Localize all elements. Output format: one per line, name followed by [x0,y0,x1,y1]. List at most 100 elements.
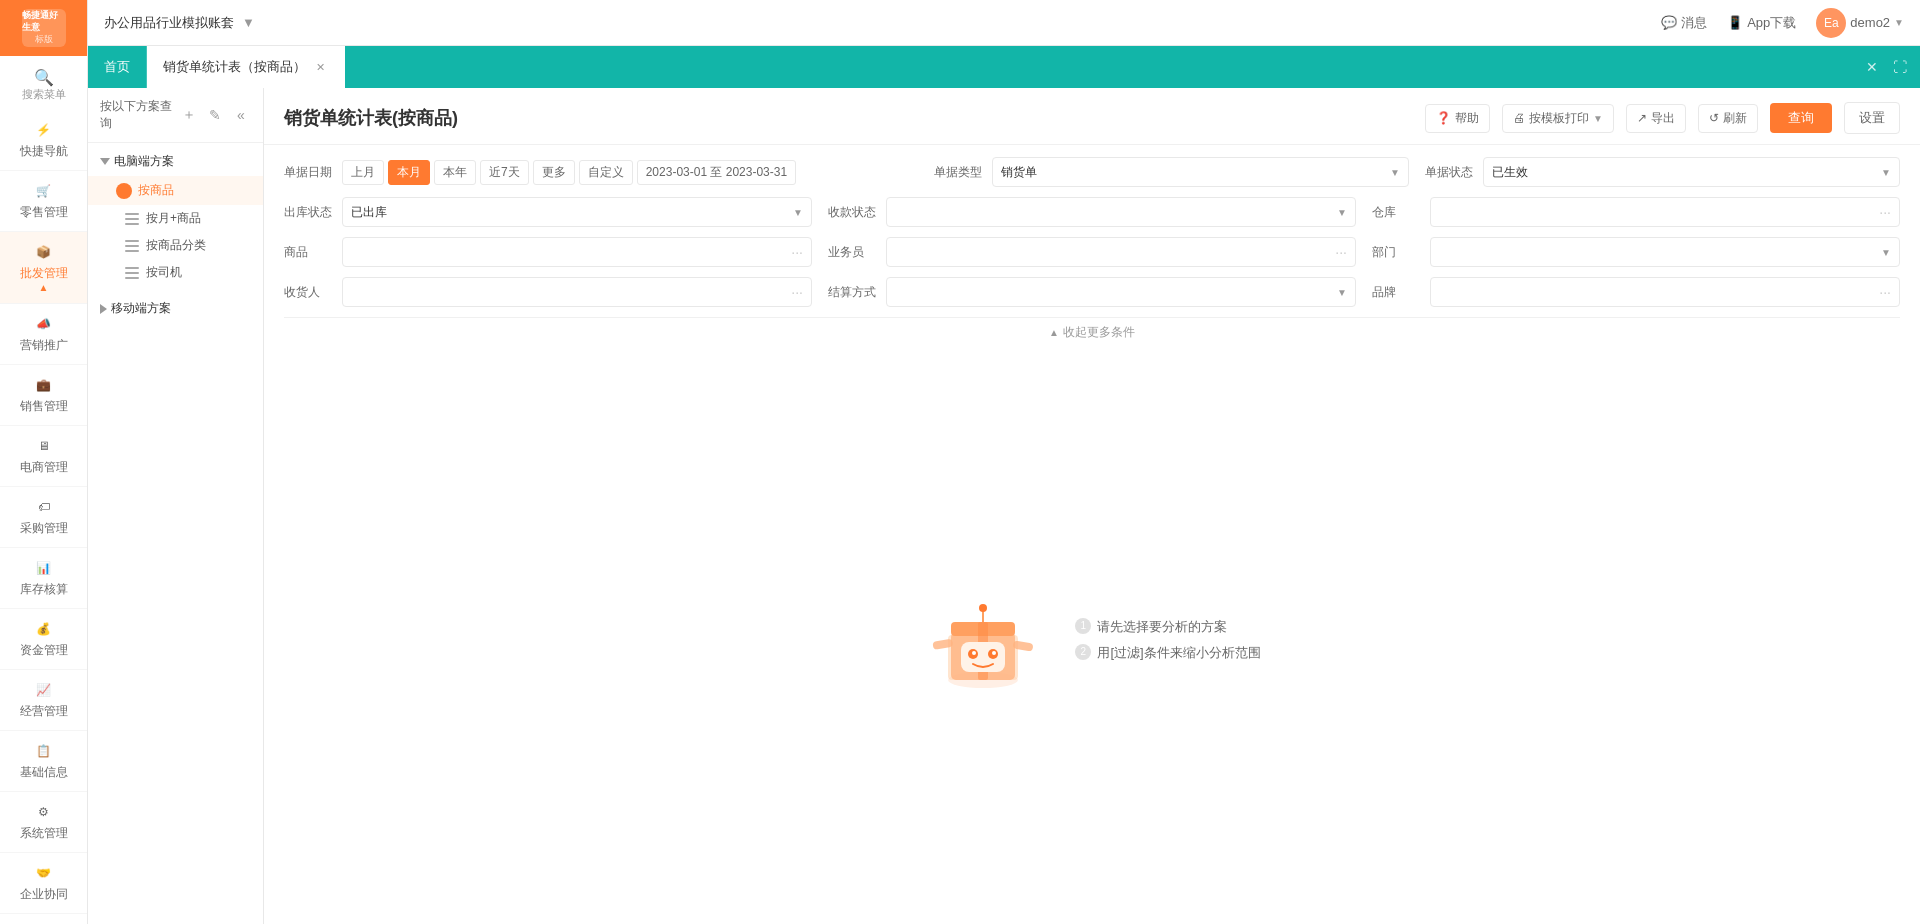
filter-date: 单据日期 上月 本月 本年 近7天 更多 自定义 2023-03-01 至 20… [284,160,918,185]
department-control[interactable]: ▼ [1430,237,1900,267]
filter-receiver: 收货人 ··· [284,277,812,307]
receipt-status-control[interactable]: ▼ [886,197,1356,227]
refresh-btn[interactable]: ↺ 刷新 [1698,104,1758,133]
export-btn[interactable]: ↗ 导出 [1626,104,1686,133]
sidebar-item-ops[interactable]: 📈 经营管理 [0,670,88,731]
sidebar-item-finance[interactable]: 💰 资金管理 [0,609,88,670]
help-icon: ❓ [1436,111,1451,125]
sidebar-item-retail[interactable]: 🛒 零售管理 [0,171,88,232]
date-this-month-btn[interactable]: 本月 [388,160,430,185]
svg-point-17 [972,651,976,655]
product-dots-icon[interactable]: ··· [791,244,803,260]
date-range-display[interactable]: 2023-03-01 至 2023-03-31 [637,160,796,185]
filter-row-2: 出库状态 已出库 ▼ 收款状态 ▼ 仓库 [284,197,1900,227]
message-icon: 💬 [1661,15,1677,30]
product-control[interactable]: ··· [342,237,812,267]
avatar: Ea [1816,8,1846,38]
sidebar-item-inventory[interactable]: 📊 库存核算 [0,548,88,609]
empty-tips: 1 请先选择要分析的方案 2 用[过滤]条件来缩小分析范围 [1075,618,1260,662]
solution-item-by-category[interactable]: 按商品分类 [88,232,263,259]
tab-sales-stat[interactable]: 销货单统计表（按商品） ✕ [147,46,345,88]
solution-item-by-month-product[interactable]: 按月+商品 [88,205,263,232]
industry-name: 办公用品行业模拟账套 [104,14,234,32]
sidebar-item-search[interactable]: 🔍 搜索菜单 [0,56,87,110]
ops-icon: 📈 [34,680,54,700]
filter-out-status: 出库状态 已出库 ▼ [284,197,812,227]
collapse-panel-btn[interactable]: « [231,105,251,125]
brand-dots-icon[interactable]: ··· [1879,284,1891,300]
page-content: 按以下方案查询 ＋ ✎ « 电脑端方案 按商品 [88,88,1920,924]
app-download-btn[interactable]: 📱 App下载 [1727,14,1796,32]
filter-area: 单据日期 上月 本月 本年 近7天 更多 自定义 2023-03-01 至 20… [264,144,1920,355]
doc-type-control[interactable]: 销货单 ▼ [992,157,1409,187]
date-last-month-btn[interactable]: 上月 [342,160,384,185]
warehouse-control[interactable]: ··· [1430,197,1900,227]
date-more-btn[interactable]: 更多 [533,160,575,185]
empty-illustration-svg [923,580,1043,700]
doc-type-value: 销货单 [1001,164,1037,181]
tab-close-btn[interactable]: ✕ [312,59,328,75]
department-dropdown-icon: ▼ [1881,247,1891,258]
sales-icon: 💼 [34,375,54,395]
date-7days-btn[interactable]: 近7天 [480,160,529,185]
sidebar-item-basic[interactable]: 📋 基础信息 [0,731,88,792]
filter-brand: 品牌 ··· [1372,277,1900,307]
right-panel: 销货单统计表(按商品) ❓ 帮助 🖨 按模板打印 ▼ ↗ 导出 [264,88,1920,924]
print-btn[interactable]: 🖨 按模板打印 ▼ [1502,104,1614,133]
solution-group-mobile: 移动端方案 [88,290,263,327]
sidebar-item-system[interactable]: ⚙ 系统管理 [0,792,88,853]
filter-product: 商品 ··· [284,237,812,267]
filter-row-1: 单据日期 上月 本月 本年 近7天 更多 自定义 2023-03-01 至 20… [284,157,1900,187]
warehouse-dots-icon[interactable]: ··· [1879,204,1891,220]
mobile-group-header[interactable]: 移动端方案 [88,294,263,323]
header-right: 💬 消息 📱 App下载 Ea demo2 ▼ [1661,8,1904,38]
left-panel-header: 按以下方案查询 ＋ ✎ « [88,88,263,143]
sidebar-item-wholesale[interactable]: 📦 批发管理 ▲ [0,232,88,304]
brand-control[interactable]: ··· [1430,277,1900,307]
sidebar-item-ecommerce[interactable]: 🖥 电商管理 [0,426,88,487]
sidebar-item-enterprise[interactable]: 🤝 企业协同 [0,853,88,914]
solution-item-by-cashier[interactable]: 按司机 [88,259,263,286]
tip-num-1: 1 [1075,618,1091,634]
sidebar-item-quick-nav[interactable]: ⚡ 快捷导航 [0,110,88,171]
desktop-group-header[interactable]: 电脑端方案 [88,147,263,176]
salesperson-control[interactable]: ··· [886,237,1356,267]
receiver-dots-icon[interactable]: ··· [791,284,803,300]
sidebar-item-marketing[interactable]: 📣 营销推广 [0,304,88,365]
doc-status-control[interactable]: 已生效 ▼ [1483,157,1900,187]
filter-receipt-status: 收款状态 ▼ [828,197,1356,227]
ecommerce-icon: 🖥 [34,436,54,456]
receiver-control[interactable]: ··· [342,277,812,307]
date-this-year-btn[interactable]: 本年 [434,160,476,185]
out-status-value: 已出库 [351,204,387,221]
close-window-btn[interactable]: ✕ [1860,55,1884,79]
app-logo[interactable]: 畅捷通好生意 标版 [0,0,88,56]
sidebar-item-purchase[interactable]: 🏷 采购管理 [0,487,88,548]
user-menu[interactable]: Ea demo2 ▼ [1816,8,1904,38]
date-custom-btn[interactable]: 自定义 [579,160,633,185]
empty-tip-2: 2 用[过滤]条件来缩小分析范围 [1075,644,1260,662]
out-status-control[interactable]: 已出库 ▼ [342,197,812,227]
tab-home[interactable]: 首页 [88,46,147,88]
settlement-control[interactable]: ▼ [886,277,1356,307]
add-solution-btn[interactable]: ＋ [179,105,199,125]
help-btn[interactable]: ❓ 帮助 [1425,104,1490,133]
department-label: 部门 [1372,244,1422,261]
maximize-window-btn[interactable]: ⛶ [1888,55,1912,79]
salesperson-dots-icon[interactable]: ··· [1335,244,1347,260]
solution-item-by-product[interactable]: 按商品 [88,176,263,205]
header-dropdown-icon[interactable]: ▼ [242,15,255,30]
receiver-label: 收货人 [284,284,334,301]
query-btn[interactable]: 查询 [1770,103,1832,133]
message-btn[interactable]: 💬 消息 [1661,14,1707,32]
edit-solution-btn[interactable]: ✎ [205,105,225,125]
empty-state: 1 请先选择要分析的方案 2 用[过滤]条件来缩小分析范围 [264,355,1920,924]
sidebar-item-sales[interactable]: 💼 销售管理 [0,365,88,426]
settings-btn[interactable]: 设置 [1844,102,1900,134]
collapse-btn[interactable]: ▲ 收起更多条件 [284,317,1900,347]
date-label: 单据日期 [284,164,334,181]
sub-icon-1 [124,212,140,226]
doc-type-label: 单据类型 [934,164,984,181]
sidebar-item-guide[interactable]: 🌟 新手引导 [0,914,88,924]
left-panel: 按以下方案查询 ＋ ✎ « 电脑端方案 按商品 [88,88,264,924]
